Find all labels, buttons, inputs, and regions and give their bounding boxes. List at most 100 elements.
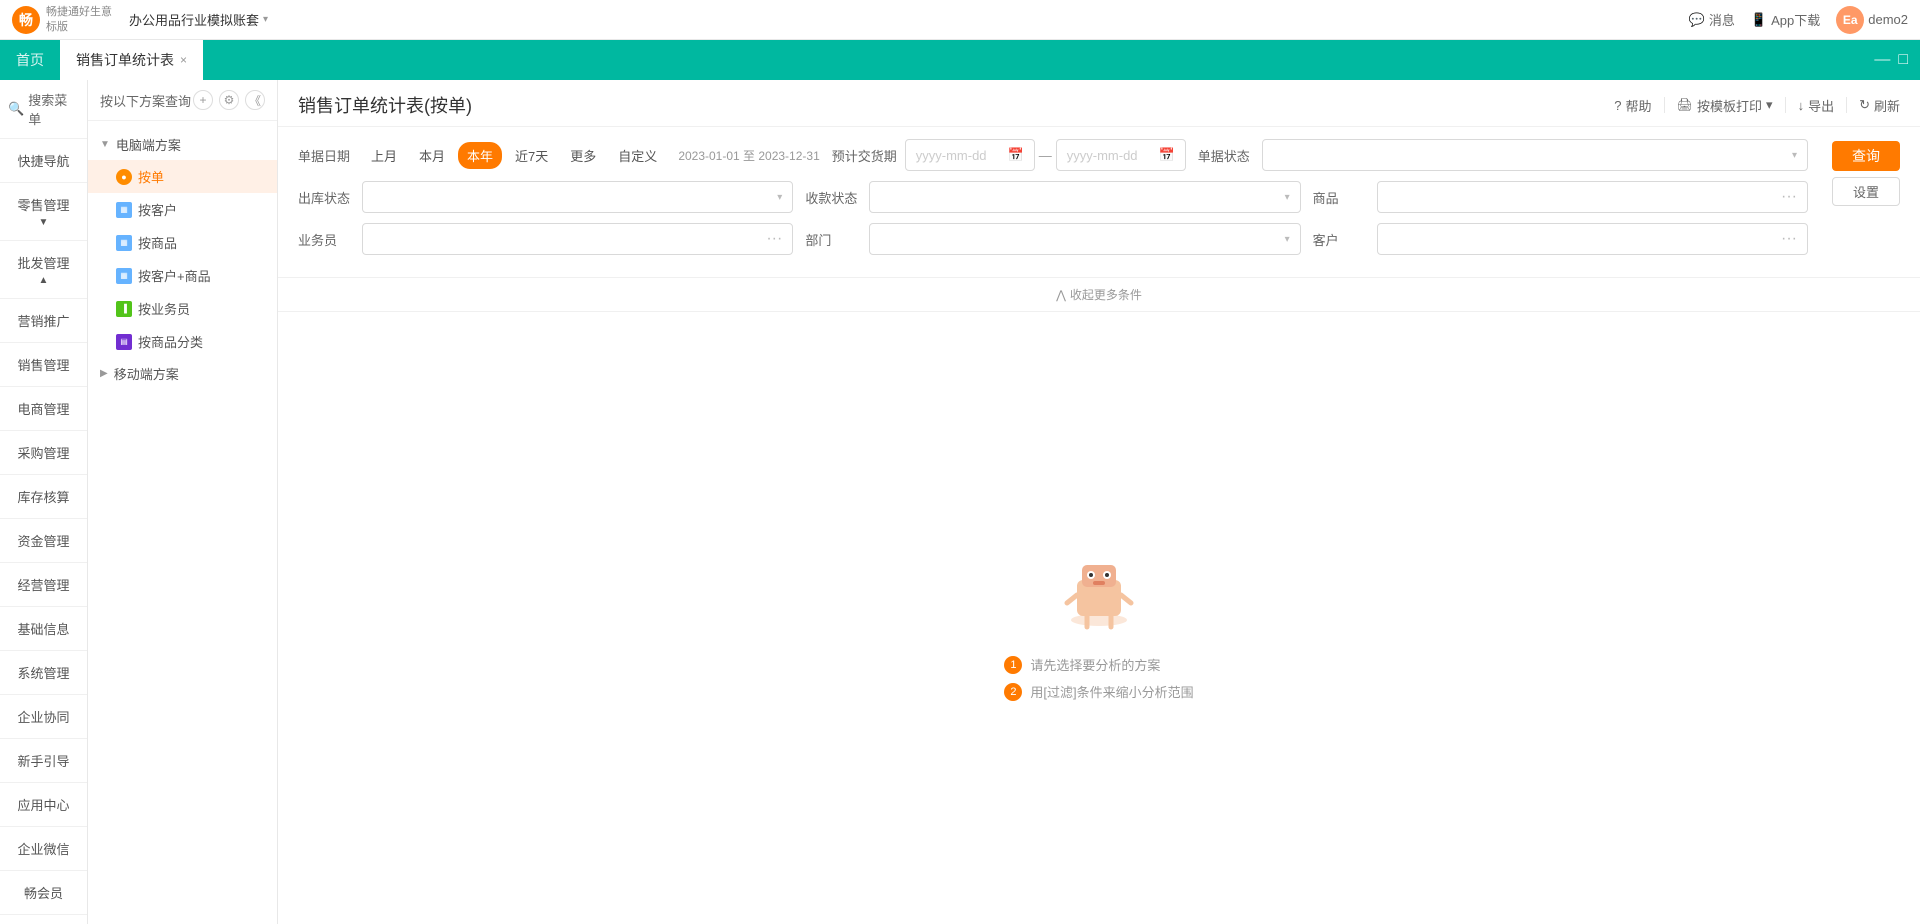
- date-tab-more[interactable]: 更多: [561, 142, 605, 169]
- left-panel-actions: + ⚙ 《: [193, 90, 265, 110]
- sidebar-item-basic[interactable]: 基础信息: [0, 607, 87, 651]
- settings-scheme-button[interactable]: ⚙: [219, 90, 239, 110]
- scheme-item-by-customer-product[interactable]: ▦ 按客户+商品: [88, 259, 277, 292]
- doc-status-select[interactable]: ▾: [1262, 139, 1808, 171]
- product-more-icon[interactable]: ···: [1781, 188, 1797, 206]
- customer-select[interactable]: ···: [1377, 223, 1808, 255]
- tab-close-icon[interactable]: ×: [180, 53, 187, 67]
- date-separator: —: [1039, 148, 1052, 163]
- department-select[interactable]: ▾: [869, 223, 1300, 255]
- message-label: 消息: [1709, 10, 1735, 29]
- filter-section: 单据日期 上月 本月 本年 近7天 更多 自定义 2023-01-01 至 20…: [278, 127, 1920, 278]
- refresh-icon: ↻: [1859, 97, 1870, 113]
- customer-cell: 客户 ···: [1313, 223, 1808, 255]
- filter-row-3: 业务员 ··· 部门 ▾: [298, 223, 1808, 255]
- scheme-item-by-product-category[interactable]: ▤ 按商品分类: [88, 325, 277, 358]
- by-order-icon: ●: [116, 169, 132, 185]
- scheme-group-mobile-label: 移动端方案: [114, 364, 179, 383]
- sidebar-item-ecommerce[interactable]: 电商管理: [0, 387, 87, 431]
- by-customer-product-icon: ▦: [116, 268, 132, 284]
- date-tab-last-7-days[interactable]: 近7天: [506, 142, 557, 169]
- sidebar-item-sales[interactable]: 销售管理: [0, 343, 87, 387]
- collapse-bar[interactable]: ⋀ 收起更多条件: [278, 278, 1920, 312]
- export-action[interactable]: ↓ 导出: [1798, 96, 1835, 115]
- salesperson-more-icon[interactable]: ···: [766, 230, 782, 248]
- add-scheme-button[interactable]: +: [193, 90, 213, 110]
- product-label: 商品: [1313, 188, 1369, 207]
- salesperson-select[interactable]: ···: [362, 223, 793, 255]
- scheme-tree: ▼ 电脑端方案 ● 按单 ▦ 按客户 ▦ 按商品: [88, 121, 277, 924]
- expected-date-to-placeholder: yyyy-mm-dd: [1067, 148, 1138, 163]
- payment-status-cell: 收款状态 ▾: [805, 181, 1300, 213]
- delivery-status-select[interactable]: ▾: [362, 181, 793, 213]
- nav-minimize-icon[interactable]: —: [1874, 51, 1890, 69]
- date-filter-group: 单据日期 上月 本月 本年 近7天 更多 自定义 2023-01-01 至 20…: [298, 142, 820, 169]
- help-action[interactable]: ? 帮助: [1614, 96, 1651, 115]
- marketing-label: 营销推广: [17, 311, 69, 330]
- refresh-action[interactable]: ↻ 刷新: [1859, 96, 1900, 115]
- payment-arrow-icon: ▾: [1285, 192, 1290, 203]
- sidebar-item-system[interactable]: 系统管理: [0, 651, 87, 695]
- sidebar: 🔍 搜索菜单 快捷导航 零售管理 ▼ 批发管理 ▲ 营销推广 销售管理 电商管理…: [0, 80, 88, 924]
- app-download-action[interactable]: 📱 App下载: [1751, 10, 1820, 29]
- print-action[interactable]: 🖨 按模板打印 ▾: [1677, 96, 1773, 115]
- sidebar-item-retail[interactable]: 零售管理 ▼: [0, 183, 87, 241]
- scheme-group-pc-header[interactable]: ▼ 电脑端方案: [88, 129, 277, 160]
- sidebar-item-shortcut[interactable]: 快捷导航: [0, 139, 87, 183]
- date-tab-last-month[interactable]: 上月: [362, 142, 406, 169]
- department-cell: 部门 ▾: [805, 223, 1300, 255]
- filter-row-2: 出库状态 ▾ 收款状态 ▾: [298, 181, 1808, 213]
- by-order-label: 按单: [138, 167, 164, 186]
- system-label: 系统管理: [17, 663, 69, 682]
- expected-date-from[interactable]: yyyy-mm-dd 📅: [905, 139, 1035, 171]
- shortcut-label: 快捷导航: [17, 151, 69, 170]
- query-button[interactable]: 查询: [1832, 141, 1900, 171]
- sidebar-item-enterprise[interactable]: 企业协同: [0, 695, 87, 739]
- sidebar-item-finance[interactable]: 资金管理: [0, 519, 87, 563]
- wechat-label: 企业微信: [17, 839, 69, 858]
- date-tab-this-month[interactable]: 本月: [410, 142, 454, 169]
- scheme-item-by-salesperson[interactable]: ▐ 按业务员: [88, 292, 277, 325]
- sidebar-item-purchase[interactable]: 采购管理: [0, 431, 87, 475]
- scheme-item-by-customer[interactable]: ▦ 按客户: [88, 193, 277, 226]
- collapse-panel-button[interactable]: 《: [245, 90, 265, 110]
- expected-date-to[interactable]: yyyy-mm-dd 📅: [1056, 139, 1186, 171]
- sidebar-item-operations[interactable]: 经营管理: [0, 563, 87, 607]
- sidebar-item-appcenter[interactable]: 应用中心: [0, 783, 87, 827]
- by-customer-product-label: 按客户+商品: [138, 266, 211, 285]
- scheme-group-mobile-header[interactable]: ▶ 移动端方案: [88, 358, 277, 389]
- sidebar-item-member[interactable]: 畅会员: [0, 871, 87, 915]
- sidebar-item-newuser[interactable]: 新手引导: [0, 739, 87, 783]
- ecommerce-label: 电商管理: [17, 399, 69, 418]
- scheme-group-pc: ▼ 电脑端方案 ● 按单 ▦ 按客户 ▦ 按商品: [88, 129, 277, 358]
- user-profile[interactable]: Ea demo2: [1836, 6, 1908, 34]
- left-panel-header: 按以下方案查询 + ⚙ 《: [88, 80, 277, 121]
- scheme-item-by-product[interactable]: ▦ 按商品: [88, 226, 277, 259]
- sidebar-search[interactable]: 🔍 搜索菜单: [0, 80, 87, 139]
- customer-more-icon[interactable]: ···: [1781, 230, 1797, 248]
- sidebar-item-marketing[interactable]: 营销推广: [0, 299, 87, 343]
- app-selector[interactable]: 办公用品行业模拟账套 ▾: [120, 5, 277, 34]
- delivery-status-cell: 出库状态 ▾: [298, 181, 793, 213]
- scheme-item-by-order[interactable]: ● 按单: [88, 160, 277, 193]
- sidebar-item-wholesale[interactable]: 批发管理 ▲: [0, 241, 87, 299]
- sidebar-item-inventory[interactable]: 库存核算: [0, 475, 87, 519]
- refresh-label: 刷新: [1874, 96, 1900, 115]
- settings-button[interactable]: 设置: [1832, 177, 1900, 206]
- payment-status-select[interactable]: ▾: [869, 181, 1300, 213]
- by-salesperson-label: 按业务员: [138, 299, 190, 318]
- date-tab-this-year[interactable]: 本年: [458, 142, 502, 169]
- message-action[interactable]: 💬 消息: [1689, 10, 1735, 29]
- calendar-to-icon: 📅: [1159, 147, 1175, 163]
- mobile-group-collapse-icon: ▶: [100, 368, 108, 379]
- sidebar-item-wechat[interactable]: 企业微信: [0, 827, 87, 871]
- main-layout: 🔍 搜索菜单 快捷导航 零售管理 ▼ 批发管理 ▲ 营销推广 销售管理 电商管理…: [0, 80, 1920, 924]
- product-select[interactable]: ···: [1377, 181, 1808, 213]
- scheme-group-pc-label: 电脑端方案: [116, 135, 181, 154]
- tab-home[interactable]: 首页: [0, 40, 60, 80]
- tab-sales-order-stat[interactable]: 销售订单统计表 ×: [60, 40, 203, 80]
- expected-date-range: yyyy-mm-dd 📅 — yyyy-mm-dd 📅: [905, 139, 1186, 171]
- divider-2: [1785, 97, 1786, 113]
- nav-maximize-icon[interactable]: □: [1898, 51, 1908, 69]
- date-tab-custom[interactable]: 自定义: [609, 142, 666, 169]
